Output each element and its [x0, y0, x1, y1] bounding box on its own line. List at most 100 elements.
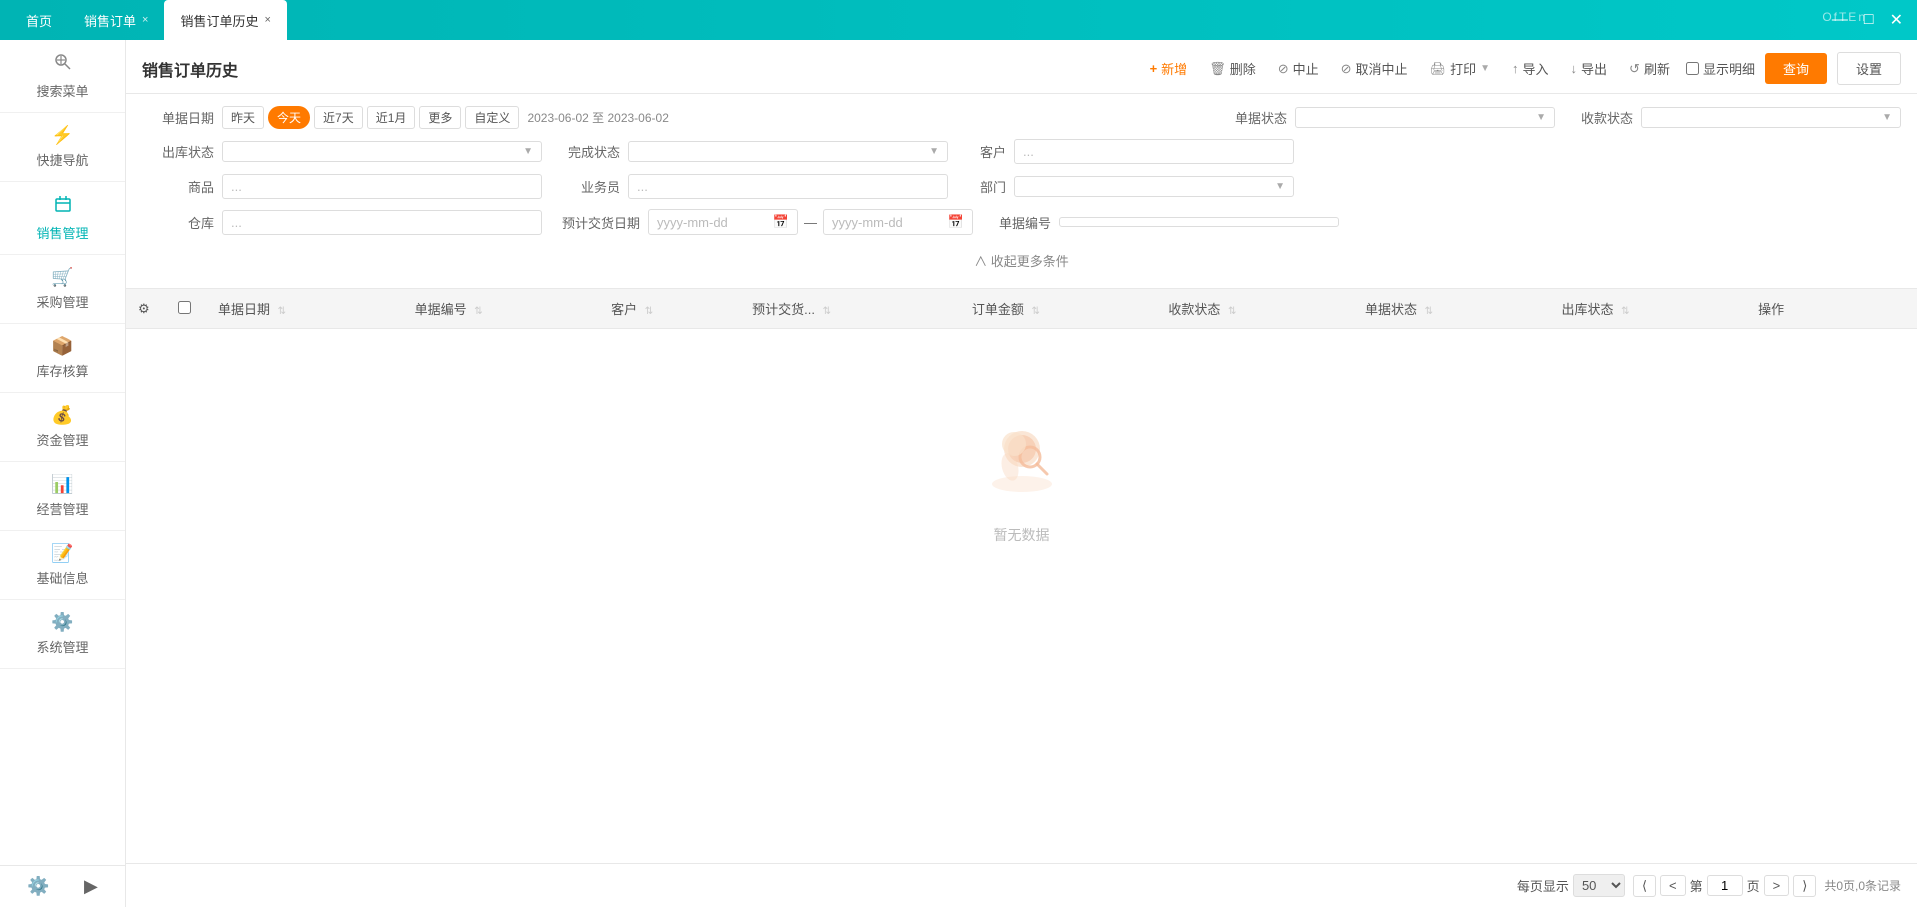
th-order-amount[interactable]: 订单金额 ⇅ [960, 289, 1157, 329]
date-btn-custom[interactable]: 自定义 [465, 106, 519, 129]
export-button[interactable]: ↓ 导出 [1565, 55, 1614, 82]
page-size-dropdown[interactable]: 50 10 20 100 [1573, 874, 1625, 897]
order-status-select[interactable]: ▼ [1295, 107, 1555, 128]
delete-button[interactable]: 🗑 删除 [1203, 55, 1262, 82]
first-page-btn[interactable]: ⟨ [1633, 875, 1656, 897]
operation-mgmt-icon: 📊 [51, 474, 73, 495]
sidebar-item-sales-mgmt[interactable]: 销售管理 [0, 182, 125, 255]
tab-bar: 首页 销售订单 × 销售订单历史 × [10, 0, 1828, 40]
expected-date-to[interactable]: yyyy-mm-dd 📅 [823, 209, 973, 235]
tab-home[interactable]: 首页 [10, 0, 68, 40]
query-button[interactable]: 查询 [1765, 53, 1827, 84]
next-page-btn[interactable]: > [1764, 875, 1790, 896]
tab-home-label: 首页 [26, 11, 52, 30]
sort-date-icon: ⇅ [278, 306, 286, 317]
th-payment-status[interactable]: 收款状态 ⇅ [1156, 289, 1353, 329]
shipment-status-select[interactable]: ▼ [222, 141, 542, 162]
sidebar-expand-btn[interactable]: ▶ [84, 876, 98, 897]
warehouse-label: 仓库 [142, 213, 222, 232]
tab-sales-order-close[interactable]: × [142, 14, 148, 26]
filter-row-4: 仓库 ... 预计交货日期 yyyy-mm-dd 📅 — yyyy-mm-dd … [142, 209, 1901, 235]
sidebar-item-basic-info[interactable]: 📝 基础信息 [0, 531, 125, 600]
show-detail-checkbox[interactable] [1686, 62, 1699, 75]
last-page-btn[interactable]: ⟩ [1793, 875, 1816, 897]
filter-area: 单据日期 昨天 今天 近7天 近1月 更多 自定义 2023-06-02 至 2… [126, 94, 1917, 289]
date-sep: — [798, 215, 823, 230]
sidebar-item-system-mgmt[interactable]: ⚙️ 系统管理 [0, 600, 125, 669]
warehouse-input[interactable]: ... [222, 210, 542, 235]
date-btn-1month[interactable]: 近1月 [367, 106, 416, 129]
settings-button[interactable]: 设置 [1837, 52, 1901, 85]
window-close-btn[interactable]: ✕ [1886, 6, 1907, 34]
product-input[interactable]: ... [222, 174, 542, 199]
system-mgmt-icon: ⚙️ [51, 612, 73, 633]
date-btn-today[interactable]: 昨天 [222, 106, 264, 129]
sidebar-item-search-menu-label: 搜索菜单 [36, 81, 88, 100]
print-arrow-icon: ▼ [1480, 63, 1490, 74]
print-icon: 🖨 [1430, 61, 1447, 77]
top-bar: 首页 销售订单 × 销售订单历史 × OfTEn — □ ✕ [0, 0, 1917, 40]
empty-text: 暂无数据 [994, 525, 1050, 545]
th-settings[interactable]: ⚙ [126, 289, 166, 329]
tab-sales-order-label: 销售订单 [84, 11, 136, 30]
sidebar-item-finance-mgmt-label: 资金管理 [36, 430, 88, 449]
th-order-amount-label: 订单金额 [972, 302, 1024, 317]
page-number-input[interactable] [1707, 875, 1743, 896]
prev-page-btn[interactable]: < [1660, 875, 1686, 896]
sidebar-item-quick-nav[interactable]: ⚡ 快捷导航 [0, 113, 125, 182]
date-btn-more[interactable]: 更多 [419, 106, 461, 129]
refresh-button[interactable]: ↺ 刷新 [1623, 55, 1676, 82]
th-number-label: 单据编号 [415, 302, 467, 317]
th-customer[interactable]: 客户 ⇅ [599, 289, 740, 329]
cancel-stop-button[interactable]: ⊘ 取消中止 [1335, 55, 1414, 82]
sidebar-item-purchase-mgmt[interactable]: 🛒 采购管理 [0, 255, 125, 324]
delete-icon: 🗑 [1209, 61, 1226, 77]
stop-button[interactable]: ⊘ 中止 [1272, 55, 1325, 82]
date-btn-7days[interactable]: 近7天 [314, 106, 363, 129]
tab-sales-order-history[interactable]: 销售订单历史 × [164, 0, 286, 40]
th-number[interactable]: 单据编号 ⇅ [403, 289, 600, 329]
customer-input[interactable]: ... [1014, 139, 1294, 164]
payment-status-select[interactable]: ▼ [1641, 107, 1901, 128]
next-page-icon: > [1773, 878, 1781, 893]
sidebar-item-finance-mgmt[interactable]: 💰 资金管理 [0, 393, 125, 462]
sidebar-item-operation-mgmt[interactable]: 📊 经营管理 [0, 462, 125, 531]
completion-status-select[interactable]: ▼ [628, 141, 948, 162]
order-number-input[interactable] [1059, 217, 1339, 227]
expected-date-from[interactable]: yyyy-mm-dd 📅 [648, 209, 798, 235]
toolbar: + 新增 🗑 删除 ⊘ 中止 ⊘ 取消中止 🖨 打印 [1144, 52, 1901, 85]
department-select[interactable]: ▼ [1014, 176, 1294, 197]
page-title: 销售订单历史 [142, 57, 238, 81]
sort-order-amount-icon: ⇅ [1031, 306, 1039, 317]
print-button[interactable]: 🖨 打印 ▼ [1424, 55, 1496, 82]
sidebar-item-inventory-check-label: 库存核算 [36, 361, 88, 380]
search-menu-icon [53, 52, 73, 77]
department-chevron-icon: ▼ [1275, 181, 1285, 192]
th-order-status[interactable]: 单据状态 ⇅ [1353, 289, 1550, 329]
customer-label: 客户 [964, 142, 1014, 161]
th-expected-date[interactable]: 预计交货... ⇅ [740, 289, 960, 329]
salesperson-label: 业务员 [558, 177, 628, 196]
sidebar-item-system-mgmt-label: 系统管理 [36, 637, 88, 656]
th-date[interactable]: 单据日期 ⇅ [206, 289, 403, 329]
collapse-bar[interactable]: ∧ 收起更多条件 [142, 245, 1901, 276]
salesperson-input[interactable]: ... [628, 174, 948, 199]
sales-mgmt-icon [53, 194, 73, 219]
th-shipment-status[interactable]: 出库状态 ⇅ [1550, 289, 1747, 329]
calendar-from-icon: 📅 [773, 214, 789, 230]
th-checkbox[interactable] [166, 289, 206, 329]
select-all-checkbox[interactable] [178, 301, 191, 314]
sidebar-item-search-menu[interactable]: 搜索菜单 [0, 40, 125, 113]
tab-sales-order[interactable]: 销售订单 × [68, 0, 164, 40]
date-btn-3days[interactable]: 今天 [268, 106, 310, 129]
tab-sales-order-history-close[interactable]: × [264, 14, 270, 26]
import-button[interactable]: ↑ 导入 [1506, 55, 1555, 82]
sidebar-settings-btn[interactable]: ⚙️ [27, 876, 49, 897]
new-button[interactable]: + 新增 [1144, 55, 1194, 82]
show-detail-checkbox-label[interactable]: 显示明细 [1686, 59, 1755, 78]
expected-date-to-text: yyyy-mm-dd [832, 215, 903, 230]
sidebar-bottom: ⚙️ ▶ [0, 865, 125, 907]
new-label: 新增 [1161, 59, 1187, 78]
sidebar-item-inventory-check[interactable]: 📦 库存核算 [0, 324, 125, 393]
tab-sales-order-history-label: 销售订单历史 [180, 11, 258, 30]
